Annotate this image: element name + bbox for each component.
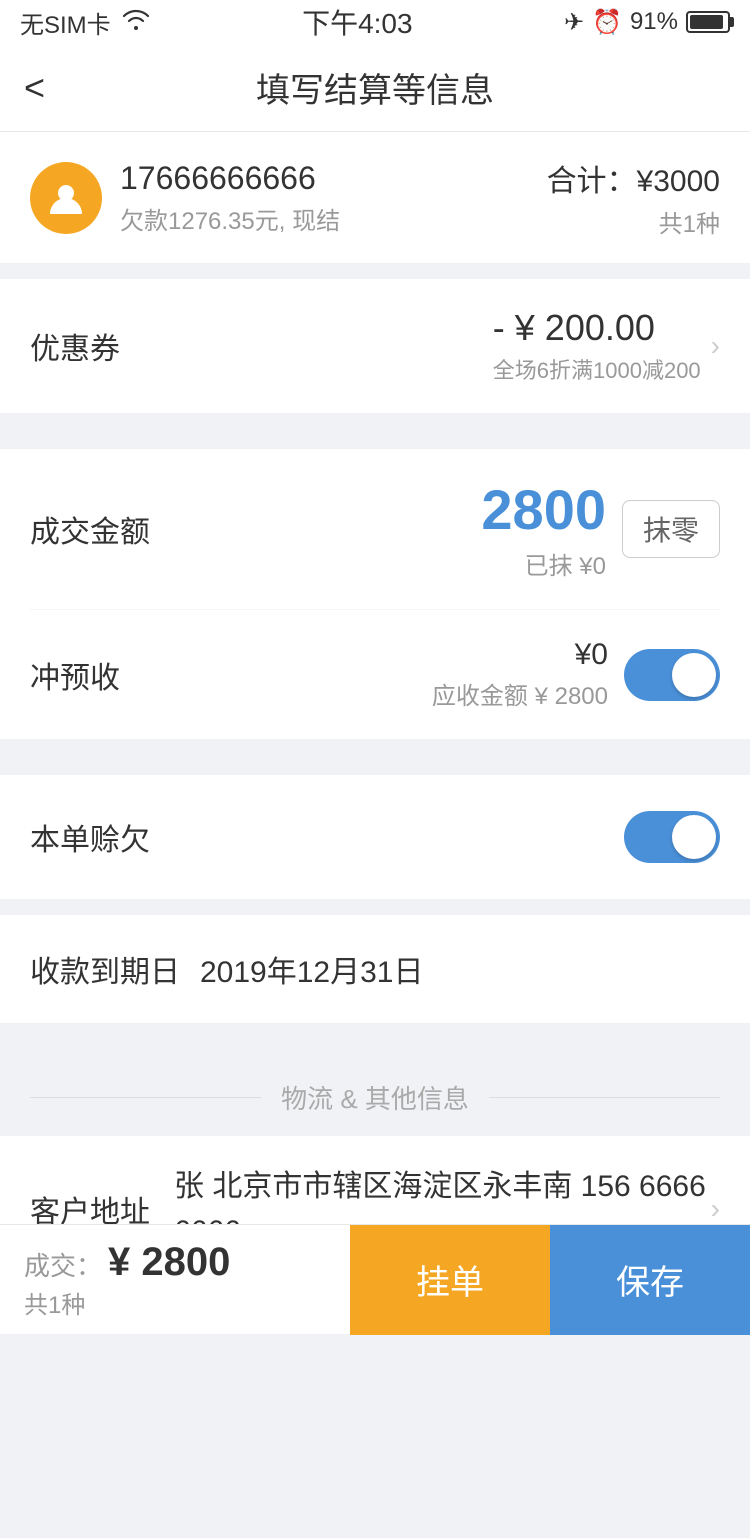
total-amount: 合计：¥3000 (547, 156, 720, 200)
prepay-amounts: ¥0 应收金额 ¥ 2800 (432, 638, 608, 711)
prepay-amount: ¥0 (432, 638, 608, 672)
address-chevron-icon: › (711, 1193, 720, 1225)
deal-amount-sub: 已抹 ¥0 (481, 546, 606, 581)
coupon-info: - ¥ 200.00 全场6折满1000减200 (493, 307, 701, 385)
customer-note: 欠款1276.35元, 现结 (120, 201, 340, 236)
alarm-icon: ⏰ (592, 8, 622, 37)
chevron-right-icon: › (711, 330, 720, 362)
duedate-section: 收款到期日 2019年12月31日 (0, 915, 750, 1023)
logistics-line-right (489, 1097, 720, 1098)
pending-button[interactable]: 挂单 (350, 1225, 550, 1335)
coupon-amount: - ¥ 200.00 (493, 307, 701, 349)
location-icon: ✈︎ (564, 8, 584, 37)
avatar (30, 162, 102, 234)
debt-row: 本单赊欠 (30, 775, 720, 899)
section-divider-2 (0, 755, 750, 775)
section-divider-3 (0, 1039, 750, 1059)
status-time: 下午4:03 (302, 2, 413, 42)
debt-label: 本单赊欠 (30, 815, 150, 859)
customer-phone: 17666666666 (120, 160, 340, 197)
customer-right: 合计：¥3000 共1种 (547, 156, 720, 239)
deal-amount-wrapper: 2800 已抹 ¥0 (481, 477, 606, 581)
coupon-row[interactable]: 优惠券 - ¥ 200.00 全场6折满1000减200 › (0, 279, 750, 413)
toggle-knob (672, 653, 716, 697)
customer-left: 17666666666 欠款1276.35元, 现结 (30, 160, 340, 236)
bottom-deal-row: 成交： ¥ 2800 (24, 1240, 326, 1285)
prepay-label: 冲预收 (30, 653, 120, 697)
duedate-label: 收款到期日 (30, 947, 180, 991)
deal-amount-value: 2800 (481, 477, 606, 542)
status-left: 无SIM卡 (20, 5, 151, 40)
coupon-desc: 全场6折满1000减200 (493, 353, 701, 385)
battery-fill (690, 15, 723, 29)
rounding-button[interactable]: 抹零 (622, 500, 720, 558)
section-divider-1 (0, 429, 750, 449)
customer-card: 17666666666 欠款1276.35元, 现结 合计：¥3000 共1种 (0, 132, 750, 263)
wifi-icon (121, 8, 151, 37)
bottom-count: 共1种 (24, 1285, 326, 1320)
debt-toggle[interactable] (624, 811, 720, 863)
status-bar: 无SIM卡 下午4:03 ✈︎ ⏰ 91% (0, 0, 750, 44)
deal-amount-right: 2800 已抹 ¥0 抹零 (481, 477, 720, 581)
total-count: 共1种 (547, 204, 720, 239)
duedate-value: 2019年12月31日 (200, 947, 423, 991)
coupon-label: 优惠券 (30, 324, 120, 368)
back-button[interactable]: < (24, 67, 45, 109)
deal-amount-section: 成交金额 2800 已抹 ¥0 抹零 冲预收 ¥0 应收金额 ¥ 2800 (0, 449, 750, 739)
logistics-line-left (30, 1097, 261, 1098)
deal-amount-label: 成交金额 (30, 507, 150, 551)
logistics-text: 物流 & 其他信息 (281, 1079, 469, 1116)
duedate-row[interactable]: 收款到期日 2019年12月31日 (30, 915, 720, 1023)
save-button[interactable]: 保存 (550, 1225, 750, 1335)
carrier-text: 无SIM卡 (20, 5, 111, 40)
battery-percent: 91% (630, 8, 678, 36)
bottom-deal-label: 成交： (24, 1246, 102, 1283)
coupon-right: - ¥ 200.00 全场6折满1000减200 › (493, 307, 720, 385)
customer-info: 17666666666 欠款1276.35元, 现结 (120, 160, 340, 236)
nav-bar: < 填写结算等信息 (0, 44, 750, 132)
prepay-toggle[interactable] (624, 649, 720, 701)
prepay-row: 冲预收 ¥0 应收金额 ¥ 2800 (30, 610, 720, 739)
debt-toggle-knob (672, 815, 716, 859)
logistics-divider: 物流 & 其他信息 (0, 1059, 750, 1136)
debt-section: 本单赊欠 (0, 775, 750, 899)
status-right: ✈︎ ⏰ 91% (564, 8, 730, 37)
deal-amount-row: 成交金额 2800 已抹 ¥0 抹零 (30, 449, 720, 610)
page-title: 填写结算等信息 (256, 63, 494, 112)
prepay-right: ¥0 应收金额 ¥ 2800 (432, 638, 720, 711)
bottom-summary: 成交： ¥ 2800 共1种 (0, 1240, 350, 1320)
bottom-bar: 成交： ¥ 2800 共1种 挂单 保存 (0, 1224, 750, 1334)
bottom-deal-amount: ¥ 2800 (108, 1240, 230, 1285)
prepay-sub: 应收金额 ¥ 2800 (432, 676, 608, 711)
battery-icon (686, 11, 730, 33)
